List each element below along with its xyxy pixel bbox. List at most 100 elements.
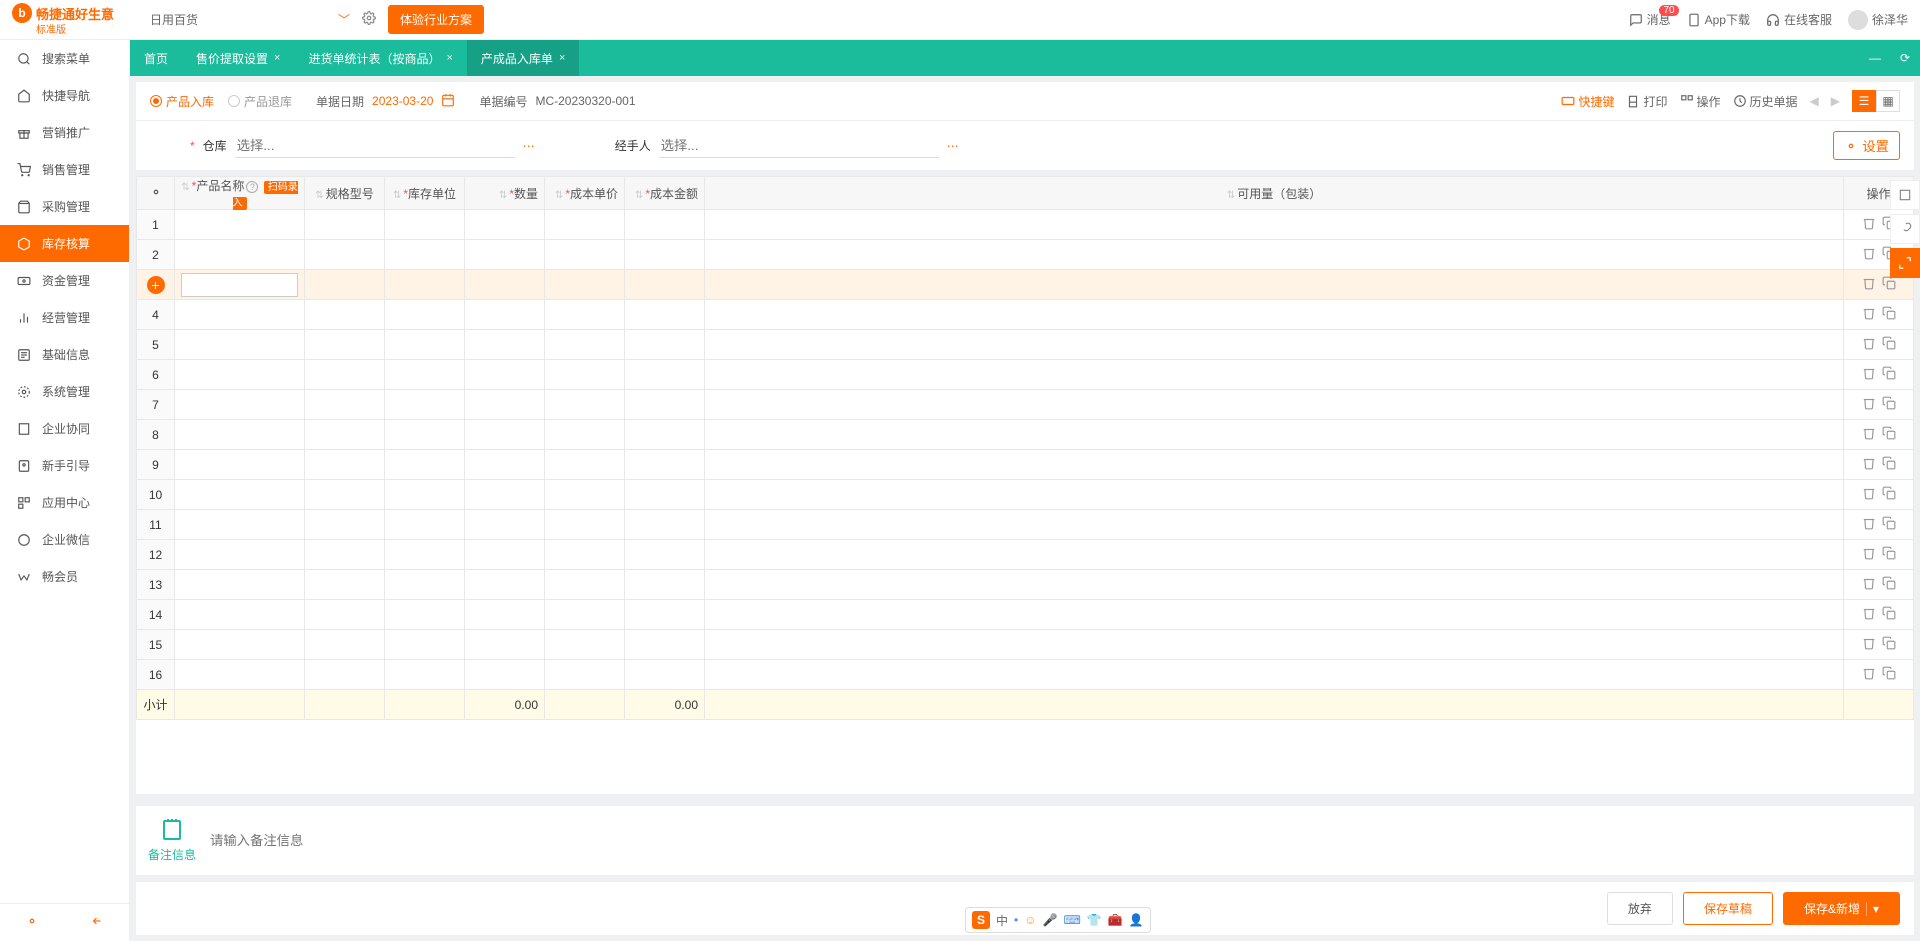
delete-row-button[interactable] xyxy=(1862,636,1876,650)
cell-product-name[interactable] xyxy=(175,510,305,540)
cell-product-name[interactable] xyxy=(175,570,305,600)
cell-spec[interactable] xyxy=(305,540,385,570)
calendar-icon[interactable] xyxy=(441,93,455,110)
settings-button[interactable]: 设置 xyxy=(1833,131,1900,160)
sidebar-collapse-button[interactable] xyxy=(65,904,130,941)
ime-mic-icon[interactable]: 🎤 xyxy=(1042,913,1057,927)
add-row-button[interactable]: + xyxy=(147,276,165,294)
view-list-button[interactable]: ☰ xyxy=(1852,90,1876,112)
table-row[interactable]: 4 xyxy=(137,300,1914,330)
sidebar-item-purchase[interactable]: 采购管理 xyxy=(0,188,129,225)
cell-spec[interactable] xyxy=(305,510,385,540)
cell-unit[interactable] xyxy=(385,390,465,420)
tabs-refresh-button[interactable]: ⟳ xyxy=(1890,40,1920,76)
delete-row-button[interactable] xyxy=(1862,426,1876,440)
cell-unit[interactable] xyxy=(385,630,465,660)
cell-qty[interactable] xyxy=(465,360,545,390)
tab-product-inbound[interactable]: 产成品入库单× xyxy=(467,40,579,76)
tab-purchase-report[interactable]: 进货单统计表（按商品）× xyxy=(294,40,466,76)
table-row[interactable]: + xyxy=(137,270,1914,300)
cell-spec[interactable] xyxy=(305,420,385,450)
cell-spec[interactable] xyxy=(305,300,385,330)
sidebar-item-baseinfo[interactable]: 基础信息 xyxy=(0,336,129,373)
cell-amount[interactable] xyxy=(625,570,705,600)
cell-unit[interactable] xyxy=(385,450,465,480)
cell-unit[interactable] xyxy=(385,660,465,690)
cell-qty[interactable] xyxy=(465,450,545,480)
ime-lang-icon[interactable]: 中 xyxy=(996,912,1008,929)
cell-qty[interactable] xyxy=(465,390,545,420)
operate-button[interactable]: 操作 xyxy=(1680,93,1721,110)
cell-qty[interactable] xyxy=(465,600,545,630)
cell-price[interactable] xyxy=(545,240,625,270)
cell-price[interactable] xyxy=(545,660,625,690)
delete-row-button[interactable] xyxy=(1862,486,1876,500)
sidebar-item-apps[interactable]: 应用中心 xyxy=(0,484,129,521)
close-icon[interactable]: × xyxy=(274,52,280,64)
sidebar-item-quicknav[interactable]: 快捷导航 xyxy=(0,77,129,114)
delete-row-button[interactable] xyxy=(1862,246,1876,260)
col-spec[interactable]: ⇅规格型号 xyxy=(305,177,385,210)
ime-keyboard-icon[interactable]: ⌨ xyxy=(1063,913,1080,927)
category-dropdown[interactable]: 日用百货 ﹀ xyxy=(150,11,350,28)
cell-unit[interactable] xyxy=(385,330,465,360)
close-icon[interactable]: × xyxy=(446,52,452,64)
handler-input[interactable] xyxy=(659,134,939,158)
cell-product-name[interactable] xyxy=(175,330,305,360)
cell-product-name[interactable] xyxy=(175,240,305,270)
col-qty[interactable]: ⇅*数量 xyxy=(465,177,545,210)
delete-row-button[interactable] xyxy=(1862,366,1876,380)
sidebar-item-finance[interactable]: 资金管理 xyxy=(0,262,129,299)
rail-note-button[interactable] xyxy=(1890,180,1920,210)
cell-product-name[interactable] xyxy=(175,450,305,480)
cell-qty[interactable] xyxy=(465,630,545,660)
cell-price[interactable] xyxy=(545,420,625,450)
cell-qty[interactable] xyxy=(465,570,545,600)
cell-product-name[interactable] xyxy=(175,600,305,630)
cell-available[interactable] xyxy=(705,390,1844,420)
cell-price[interactable] xyxy=(545,540,625,570)
delete-row-button[interactable] xyxy=(1862,576,1876,590)
sidebar-settings-button[interactable] xyxy=(0,904,65,941)
cell-price[interactable] xyxy=(545,510,625,540)
copy-row-button[interactable] xyxy=(1882,486,1896,500)
sidebar-item-guide[interactable]: 新手引导 xyxy=(0,447,129,484)
date-value[interactable]: 2023-03-20 xyxy=(372,94,433,108)
product-name-input[interactable] xyxy=(181,273,298,297)
tab-price-setting[interactable]: 售价提取设置× xyxy=(182,40,294,76)
sidebar-item-collab[interactable]: 企业协同 xyxy=(0,410,129,447)
cell-product-name[interactable] xyxy=(175,630,305,660)
ime-user-icon[interactable]: 👤 xyxy=(1129,913,1144,927)
chevron-down-icon[interactable]: ▾ xyxy=(1866,902,1879,916)
cell-qty[interactable] xyxy=(465,270,545,300)
sidebar-item-business[interactable]: 经营管理 xyxy=(0,299,129,336)
table-row[interactable]: 1 xyxy=(137,210,1914,240)
cell-qty[interactable] xyxy=(465,300,545,330)
copy-row-button[interactable] xyxy=(1882,516,1896,530)
next-button[interactable]: ▶ xyxy=(1831,94,1840,108)
remarks-input[interactable] xyxy=(210,821,1902,861)
more-icon[interactable]: ⋯ xyxy=(523,139,535,153)
sidebar-item-member[interactable]: 畅会员 xyxy=(0,558,129,595)
cell-qty[interactable] xyxy=(465,240,545,270)
cell-amount[interactable] xyxy=(625,600,705,630)
cell-price[interactable] xyxy=(545,480,625,510)
save-draft-button[interactable]: 保存草稿 xyxy=(1683,892,1773,925)
cell-available[interactable] xyxy=(705,420,1844,450)
cell-amount[interactable] xyxy=(625,330,705,360)
cell-qty[interactable] xyxy=(465,480,545,510)
table-row[interactable]: 6 xyxy=(137,360,1914,390)
cell-amount[interactable] xyxy=(625,210,705,240)
cell-amount[interactable] xyxy=(625,360,705,390)
table-row[interactable]: 13 xyxy=(137,570,1914,600)
cell-available[interactable] xyxy=(705,270,1844,300)
cell-spec[interactable] xyxy=(305,210,385,240)
copy-row-button[interactable] xyxy=(1882,306,1896,320)
cell-spec[interactable] xyxy=(305,240,385,270)
copy-row-button[interactable] xyxy=(1882,426,1896,440)
ime-toolbar[interactable]: S 中 • ☺ 🎤 ⌨ 👕 🧰 👤 xyxy=(965,907,1151,933)
copy-row-button[interactable] xyxy=(1882,546,1896,560)
ime-emoji-icon[interactable]: ☺ xyxy=(1024,913,1036,927)
table-row[interactable]: 2 xyxy=(137,240,1914,270)
cell-available[interactable] xyxy=(705,510,1844,540)
